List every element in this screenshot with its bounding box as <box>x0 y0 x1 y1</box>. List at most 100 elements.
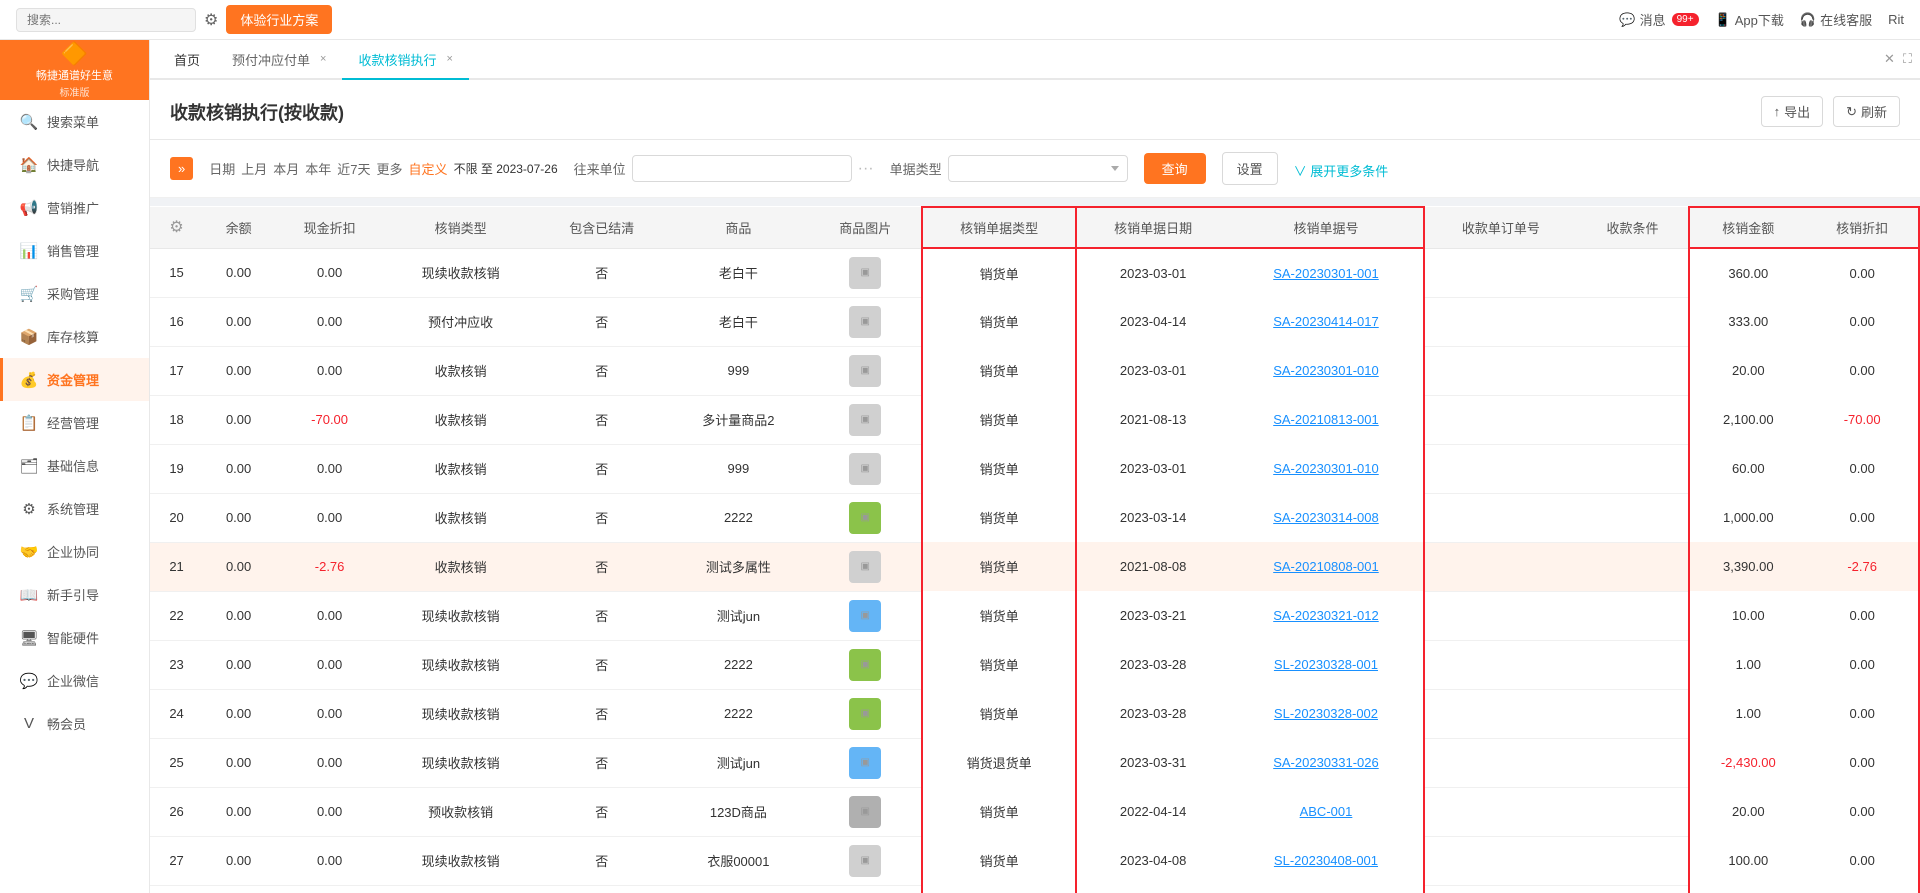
cell-verify-bill-no[interactable]: SA-20230414-017 <box>1229 297 1424 346</box>
message-label: 消息 <box>1640 10 1666 29</box>
table-container[interactable]: ⚙ 余额 现金折扣 核销类型 包含已结清 商品 商品图片 核销单据类型 核销单据… <box>150 206 1920 893</box>
quick-icon: 🏠 <box>19 156 39 174</box>
cell-verify-bill-no[interactable]: SL-20230408-001 <box>1229 836 1424 885</box>
cell-verify-bill-no[interactable]: SA-20230314-008 <box>1229 493 1424 542</box>
cell-receipt-order <box>1424 640 1577 689</box>
cell-include-settled: 否 <box>536 787 667 836</box>
cell-verify-bill-no[interactable]: SL-20230328-002 <box>1229 689 1424 738</box>
cell-verify-bill-no[interactable]: SL-20230418-001 <box>1229 885 1424 893</box>
sidebar-item-system[interactable]: ⚙系统管理 <box>0 487 149 530</box>
tab-close-prepay[interactable]: × <box>320 53 326 65</box>
date-option-7days[interactable]: 近7天 <box>337 159 370 178</box>
cell-receipt-order <box>1424 738 1577 787</box>
cell-verify-bill-no[interactable]: SA-20210813-001 <box>1229 395 1424 444</box>
gear-icon[interactable]: ⚙ <box>204 10 218 30</box>
sidebar-item-quick[interactable]: 🏠快捷导航 <box>0 143 149 186</box>
col-settings[interactable]: ⚙ <box>150 207 203 248</box>
cell-verify-amount: 10.00 <box>1689 591 1806 640</box>
sidebar-item-label-guide: 新手引导 <box>47 585 99 604</box>
date-range-value: 不限 至 2023-07-26 <box>454 160 558 177</box>
expand-more-btn[interactable]: ∨ 展开更多条件 <box>1294 155 1389 182</box>
table-row: 260.000.00预收款核销否123D商品▣销货单2022-04-14ABC-… <box>150 787 1919 836</box>
query-button[interactable]: 查询 <box>1144 153 1206 184</box>
refresh-button[interactable]: ↻ 刷新 <box>1833 96 1900 127</box>
cell-verify-bill-no[interactable]: SA-20230331-026 <box>1229 738 1424 787</box>
sidebar-item-label-wechat: 企业微信 <box>47 671 99 690</box>
cell-verify-amount: 2,100.00 <box>1689 395 1806 444</box>
tab-label-home: 首页 <box>174 50 200 69</box>
cell-verify-bill-type: 销货单 <box>922 787 1076 836</box>
sidebar-item-search[interactable]: 🔍搜索菜单 <box>0 100 149 143</box>
settings-button[interactable]: 设置 <box>1222 152 1278 185</box>
sidebar-item-sales[interactable]: 📊销售管理 <box>0 229 149 272</box>
tab-receipt[interactable]: 收款核销执行× <box>342 40 468 80</box>
cell-balance: 0.00 <box>203 787 274 836</box>
message-icon-item[interactable]: 💬 消息 99+ <box>1619 10 1698 29</box>
date-option-more[interactable]: 更多 <box>377 159 403 178</box>
table-row: 180.00-70.00收款核销否多计量商品2▣销货单2021-08-13SA-… <box>150 395 1919 444</box>
online-service-item[interactable]: 🎧 在线客服 <box>1800 10 1872 29</box>
date-option-custom[interactable]: 自定义 <box>409 159 448 178</box>
cell-cash-discount: 0.00 <box>274 787 385 836</box>
cell-goods-img: ▣ <box>810 738 923 787</box>
cell-include-settled: 否 <box>536 836 667 885</box>
cell-verify-type: 现续收款核销 <box>385 885 536 893</box>
industry-btn[interactable]: 体验行业方案 <box>226 5 332 34</box>
app-download-item[interactable]: 📱 App下载 <box>1715 10 1784 29</box>
cell-verify-bill-no[interactable]: SA-20230321-012 <box>1229 591 1424 640</box>
cell-receipt-order <box>1424 297 1577 346</box>
tab-close-receipt[interactable]: × <box>446 53 452 65</box>
cell-receipt-condition <box>1577 493 1690 542</box>
table-settings-icon[interactable]: ⚙ <box>169 219 183 236</box>
purchase-icon: 🛒 <box>19 285 39 303</box>
sidebar-item-guide[interactable]: 📖新手引导 <box>0 573 149 616</box>
filter-bar: » 日期 上月 本月 本年 近7天 更多 自定义 不限 至 2023-07-26… <box>150 140 1920 198</box>
cell-include-settled: 否 <box>536 542 667 591</box>
cell-receipt-condition <box>1577 542 1690 591</box>
sidebar-item-label-corp: 企业协同 <box>47 542 99 561</box>
cell-verify-bill-no[interactable]: SL-20230328-001 <box>1229 640 1424 689</box>
cell-cash-discount: 0.00 <box>274 640 385 689</box>
sidebar-item-corp[interactable]: 🤝企业协同 <box>0 530 149 573</box>
tab-home[interactable]: 首页 <box>158 40 216 80</box>
date-option-last-month[interactable]: 上月 <box>241 159 267 178</box>
cell-verify-discount: 0.00 <box>1806 885 1919 893</box>
cell-verify-bill-no[interactable]: SA-20230301-010 <box>1229 444 1424 493</box>
cell-index: 20 <box>150 493 203 542</box>
cell-verify-bill-date: 2023-03-21 <box>1076 591 1229 640</box>
cell-verify-amount: 360.00 <box>1689 248 1806 297</box>
top-search-input[interactable] <box>16 8 196 32</box>
sidebar-item-hardware[interactable]: 🖥智能硬件 <box>0 616 149 659</box>
tab-list: 首页预付冲应付单×收款核销执行× <box>158 40 469 78</box>
cell-verify-bill-no[interactable]: SA-20230301-001 <box>1229 248 1424 297</box>
filter-type-select[interactable] <box>948 155 1128 182</box>
date-options: 上月 本月 本年 近7天 更多 自定义 <box>241 159 447 178</box>
sidebar-item-finance[interactable]: 💰资金管理 <box>0 358 149 401</box>
close-window-icon[interactable]: ✕ <box>1884 51 1895 67</box>
sidebar-item-inventory[interactable]: 📦库存核算 <box>0 315 149 358</box>
tab-prepay[interactable]: 预付冲应付单× <box>216 40 342 80</box>
filter-expand-btn[interactable]: » <box>170 157 193 180</box>
cell-include-settled: 否 <box>536 885 667 893</box>
cell-verify-discount: 0.00 <box>1806 493 1919 542</box>
col-goods-header: 商品 <box>667 207 809 248</box>
date-option-this-year[interactable]: 本年 <box>305 159 331 178</box>
sidebar-item-basic[interactable]: 🗂基础信息 <box>0 444 149 487</box>
export-button[interactable]: ↑ 导出 <box>1761 96 1824 127</box>
cell-cash-discount: 0.00 <box>274 444 385 493</box>
cell-receipt-order <box>1424 836 1577 885</box>
filter-partner-input[interactable] <box>632 155 852 182</box>
sidebar-item-wechat[interactable]: 💬企业微信 <box>0 659 149 702</box>
user-item[interactable]: Rit <box>1888 12 1904 27</box>
sidebar-item-purchase[interactable]: 🛒采购管理 <box>0 272 149 315</box>
cell-verify-bill-no[interactable]: SA-20230301-010 <box>1229 346 1424 395</box>
sidebar-item-marketing[interactable]: 📢营销推广 <box>0 186 149 229</box>
cell-verify-bill-no[interactable]: ABC-001 <box>1229 787 1424 836</box>
date-option-this-month[interactable]: 本月 <box>273 159 299 178</box>
cell-goods-img: ▣ <box>810 836 923 885</box>
maximize-icon[interactable]: ⛶ <box>1903 51 1912 67</box>
sidebar-item-operation[interactable]: 📋经营管理 <box>0 401 149 444</box>
sidebar-item-member[interactable]: V畅会员 <box>0 702 149 745</box>
cell-verify-bill-no[interactable]: SA-20210808-001 <box>1229 542 1424 591</box>
cell-verify-discount: 0.00 <box>1806 297 1919 346</box>
